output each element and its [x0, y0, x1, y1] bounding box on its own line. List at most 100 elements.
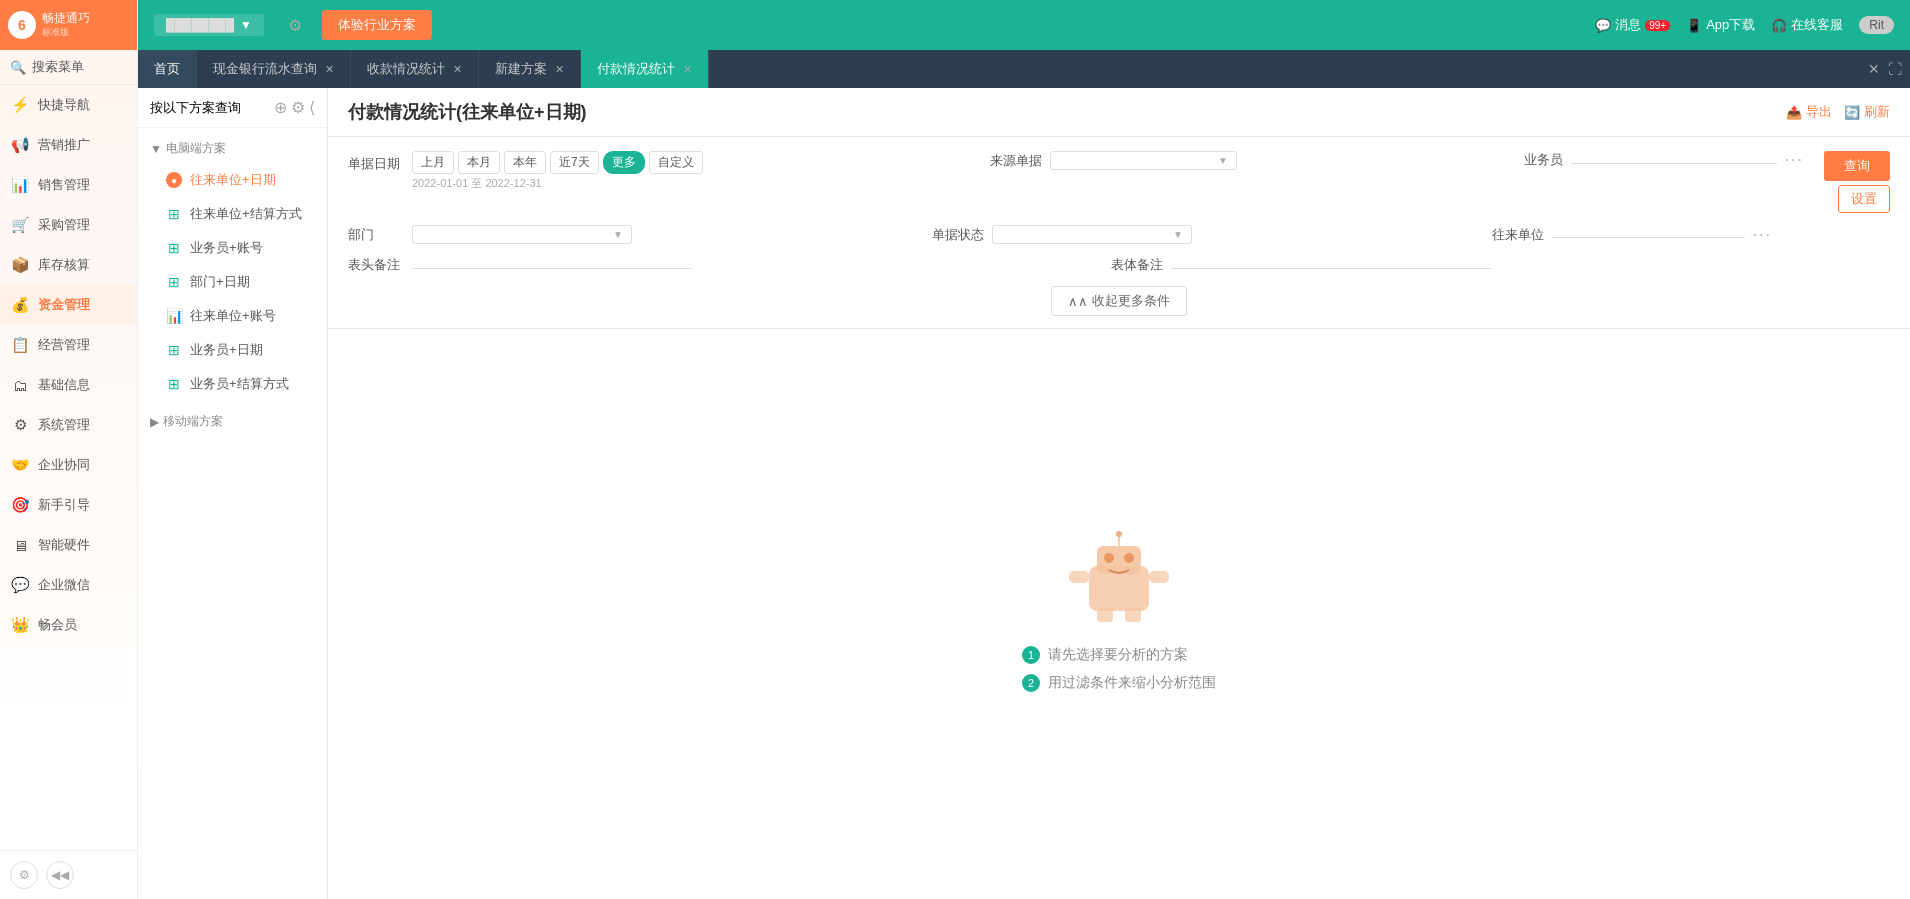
export-btn[interactable]: 📤 导出 — [1786, 103, 1832, 121]
date-last-month-btn[interactable]: 上月 — [412, 151, 454, 174]
sidebar-settings-btn[interactable]: ⚙ — [10, 861, 38, 889]
sidebar-item-sales[interactable]: 📊 销售管理 — [0, 165, 137, 205]
company-dropdown-icon: ▼ — [240, 18, 252, 32]
vip-icon: 👑 — [10, 615, 30, 635]
header-gear-icon[interactable]: ⚙ — [288, 16, 302, 35]
tab-new-scheme-close[interactable]: ✕ — [555, 63, 564, 76]
date-last7-btn[interactable]: 近7天 — [550, 151, 599, 174]
sidebar-collapse-btn[interactable]: ◀◀ — [46, 861, 74, 889]
sidebar-item-label-system: 系统管理 — [38, 416, 90, 434]
trial-industry-btn[interactable]: 体验行业方案 — [322, 10, 432, 40]
tip-text-1: 请先选择要分析的方案 — [1048, 646, 1188, 664]
scheme-item-unit-date[interactable]: ● 往来单位+日期 — [138, 163, 327, 197]
app-download-btn[interactable]: 📱 App下载 — [1686, 16, 1755, 34]
sidebar-item-system[interactable]: ⚙ 系统管理 — [0, 405, 137, 445]
search-menu-label: 搜索菜单 — [32, 58, 84, 76]
tab-receive-close[interactable]: ✕ — [453, 63, 462, 76]
scheme-item-unit-account[interactable]: 📊 往来单位+账号 — [138, 299, 327, 333]
header-note-label: 表头备注 — [348, 256, 404, 274]
scheme-item-staff-settle[interactable]: ⊞ 业务员+结算方式 — [138, 367, 327, 401]
sidebar-item-operations[interactable]: 📋 经营管理 — [0, 325, 137, 365]
header-note-input[interactable] — [412, 262, 692, 269]
dept-arrow: ▼ — [613, 229, 623, 240]
filter-row-3: 表头备注 表体备注 — [348, 256, 1890, 274]
tab-bank-close[interactable]: ✕ — [325, 63, 334, 76]
doc-status-select[interactable]: ▼ — [992, 225, 1192, 244]
tab-payment[interactable]: 付款情况统计 ✕ — [581, 50, 709, 88]
sidebar-item-wechat[interactable]: 💬 企业微信 — [0, 565, 137, 605]
mobile-section-title[interactable]: ▶ 移动端方案 — [138, 407, 327, 436]
page-actions: 📤 导出 🔄 刷新 — [1786, 103, 1890, 121]
scheme-item-unit-settle[interactable]: ⊞ 往来单位+结算方式 — [138, 197, 327, 231]
tab-home[interactable]: 首页 — [138, 50, 197, 88]
company-selector[interactable]: ████████ ▼ — [154, 14, 264, 36]
date-custom-btn[interactable]: 自定义 — [649, 151, 703, 174]
app-edition: 标准版 — [42, 26, 90, 39]
tab-payment-close[interactable]: ✕ — [683, 63, 692, 76]
dept-select[interactable]: ▼ — [412, 225, 632, 244]
tab-new-scheme[interactable]: 新建方案 ✕ — [479, 50, 581, 88]
user-avatar[interactable]: Rit — [1859, 16, 1894, 34]
collapse-panel-icon[interactable]: ⟨ — [309, 98, 315, 117]
desktop-arrow-icon: ▼ — [150, 142, 162, 156]
filter-settings-btn[interactable]: 设置 — [1838, 185, 1890, 213]
tab-bar-right: ✕ ⛶ — [1868, 61, 1910, 77]
tab-maximize-icon[interactable]: ⛶ — [1888, 61, 1902, 77]
guide-icon: 🎯 — [10, 495, 30, 515]
query-btn[interactable]: 查询 — [1824, 151, 1890, 181]
settings-scheme-icon[interactable]: ⚙ — [291, 98, 305, 117]
date-this-year-btn[interactable]: 本年 — [504, 151, 546, 174]
sidebar-item-marketing[interactable]: 📢 营销推广 — [0, 125, 137, 165]
hardware-icon: 🖥 — [10, 535, 30, 555]
date-more-btn[interactable]: 更多 — [603, 151, 645, 174]
date-this-month-btn[interactable]: 本月 — [458, 151, 500, 174]
tab-receive[interactable]: 收款情况统计 ✕ — [351, 50, 479, 88]
sidebar-item-enterprise[interactable]: 🤝 企业协同 — [0, 445, 137, 485]
tab-close-all-icon[interactable]: ✕ — [1868, 61, 1880, 77]
refresh-btn[interactable]: 🔄 刷新 — [1844, 103, 1890, 121]
source-doc-select[interactable]: ▼ — [1050, 151, 1237, 170]
source-doc-cell: 来源单据 ▼ — [990, 151, 1237, 170]
date-options-group: 上月 本月 本年 近7天 更多 自定义 2022-01-01 至 2022-12… — [412, 151, 703, 191]
online-service-btn[interactable]: 🎧 在线客服 — [1771, 16, 1843, 34]
source-doc-arrow: ▼ — [1218, 155, 1228, 166]
desktop-section-title[interactable]: ▼ 电脑端方案 — [138, 134, 327, 163]
sidebar-item-vip[interactable]: 👑 畅会员 — [0, 605, 137, 645]
user-name: Rit — [1869, 18, 1884, 32]
partner-dots-btn[interactable]: ··· — [1753, 226, 1772, 244]
staff-dots-btn[interactable]: ··· — [1785, 151, 1804, 169]
message-label: 消息 — [1615, 16, 1641, 34]
search-menu[interactable]: 🔍 搜索菜单 — [0, 50, 137, 85]
sidebar-item-capital[interactable]: 💰 资金管理 — [0, 285, 137, 325]
collapse-more-btn[interactable]: ∧∧ 收起更多条件 — [1051, 286, 1187, 316]
scheme-item-staff-date[interactable]: ⊞ 业务员+日期 — [138, 333, 327, 367]
export-icon: 📤 — [1786, 105, 1802, 120]
empty-tips: 1 请先选择要分析的方案 2 用过滤条件来缩小分析范围 — [1022, 646, 1216, 702]
sidebar-item-purchase[interactable]: 🛒 采购管理 — [0, 205, 137, 245]
sidebar-item-quicknav[interactable]: ⚡ 快捷导航 — [0, 85, 137, 125]
tab-payment-label: 付款情况统计 — [597, 60, 675, 78]
message-btn[interactable]: 💬 消息 99+ — [1595, 16, 1670, 34]
partner-input[interactable] — [1552, 231, 1745, 238]
sidebar-item-label-wechat: 企业微信 — [38, 576, 90, 594]
query-settings-group: 查询 设置 — [1824, 151, 1890, 213]
add-scheme-icon[interactable]: ⊕ — [274, 98, 287, 117]
scheme-icon-staff-settle: ⊞ — [166, 376, 182, 392]
sidebar-item-base[interactable]: 🗂 基础信息 — [0, 365, 137, 405]
empty-state: 1 请先选择要分析的方案 2 用过滤条件来缩小分析范围 — [328, 329, 1910, 899]
sidebar-item-guide[interactable]: 🎯 新手引导 — [0, 485, 137, 525]
app-logo-icon: 6 — [8, 11, 36, 39]
tab-bank[interactable]: 现金银行流水查询 ✕ — [197, 50, 351, 88]
body-note-input[interactable] — [1171, 262, 1490, 269]
sidebar-item-inventory[interactable]: 📦 库存核算 — [0, 245, 137, 285]
scheme-item-staff-account[interactable]: ⊞ 业务员+账号 — [138, 231, 327, 265]
right-content: 付款情况统计(往来单位+日期) 📤 导出 🔄 刷新 — [328, 88, 1910, 899]
staff-input[interactable] — [1571, 157, 1777, 164]
scheme-label-unit-settle: 往来单位+结算方式 — [190, 205, 302, 223]
sidebar-item-hardware[interactable]: 🖥 智能硬件 — [0, 525, 137, 565]
sidebar-item-label-inventory: 库存核算 — [38, 256, 90, 274]
scheme-item-dept-date[interactable]: ⊞ 部门+日期 — [138, 265, 327, 299]
page-header: 付款情况统计(往来单位+日期) 📤 导出 🔄 刷新 — [328, 88, 1910, 137]
dept-cell: 部门 ▼ — [348, 225, 632, 244]
scheme-icon-dept-date: ⊞ — [166, 274, 182, 290]
